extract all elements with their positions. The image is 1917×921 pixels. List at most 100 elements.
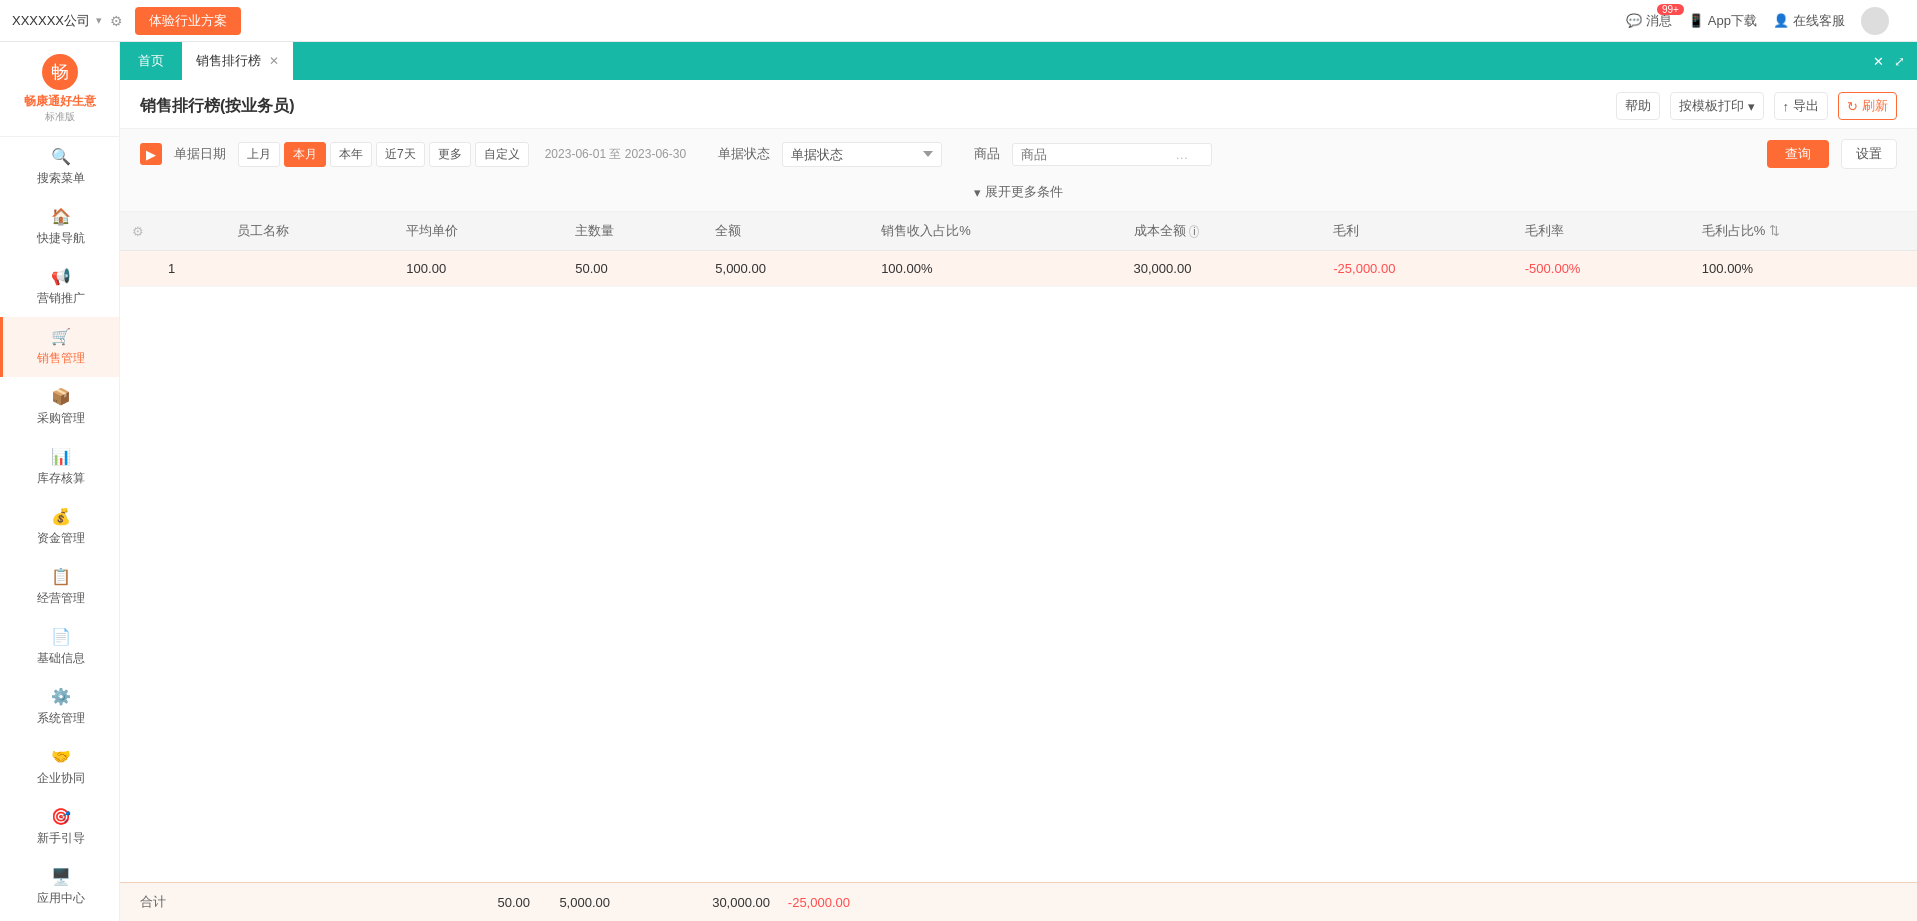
date-range-text: 2023-06-01 至 2023-06-30 xyxy=(545,146,686,163)
table-header-row: ⚙ 员工名称 平均单价 主数量 全额 销售收入占比% 成本全额 i 毛利 毛利率… xyxy=(120,212,1917,251)
query-button[interactable]: 查询 xyxy=(1767,140,1829,168)
table-footer: 合计 50.00 5,000.00 30,000.00 -25,000.00 xyxy=(120,882,1917,921)
sidebar-item-label: 企业协同 xyxy=(37,770,85,787)
guide-icon: 🎯 xyxy=(51,807,71,826)
print-button[interactable]: 按模板打印 ▾ xyxy=(1670,92,1764,120)
corp-icon: 🤝 xyxy=(51,747,71,766)
marketing-icon: 📢 xyxy=(51,267,71,286)
filter-toggle-icon[interactable]: ▶ xyxy=(140,143,162,165)
sidebar-item-wechat[interactable]: 💬 企业微信 xyxy=(0,917,119,921)
expand-icon: ▾ xyxy=(974,185,981,200)
footer-qty: 50.00 xyxy=(462,895,542,910)
data-table: ⚙ 员工名称 平均单价 主数量 全额 销售收入占比% 成本全额 i 毛利 毛利率… xyxy=(120,212,1917,287)
sidebar-item-search[interactable]: 🔍 搜索菜单 xyxy=(0,137,119,197)
sidebar-logo: 畅 畅康通好生意 标准版 xyxy=(0,42,119,137)
tab-sales-ranking[interactable]: 销售排行榜 ✕ xyxy=(182,42,293,80)
row-cost: 30,000.00 xyxy=(1122,251,1322,287)
date-buttons: 上月 本月 本年 近7天 更多 自定义 xyxy=(238,142,529,167)
settings-filter-button[interactable]: 设置 xyxy=(1841,139,1897,169)
sidebar-item-system[interactable]: ⚙️ 系统管理 xyxy=(0,677,119,737)
help-button[interactable]: 帮助 xyxy=(1616,92,1660,120)
footer-profit: -25,000.00 xyxy=(782,895,862,910)
company-selector[interactable]: XXXXXX公司 ▾ xyxy=(12,12,102,30)
sidebar-item-operation[interactable]: 📋 经营管理 xyxy=(0,557,119,617)
window-expand-icon[interactable]: ⤢ xyxy=(1894,54,1905,69)
top-gear-icon[interactable]: ⚙ xyxy=(110,13,123,29)
sidebar-item-shortcut[interactable]: 🏠 快捷导航 xyxy=(0,197,119,257)
top-bar-right: 💬 消息 99+ 📱 App下载 👤 在线客服 xyxy=(1626,7,1905,35)
sidebar-item-label: 新手引导 xyxy=(37,830,85,847)
sidebar-item-label: 基础信息 xyxy=(37,650,85,667)
row-settings xyxy=(120,251,156,287)
appstore-icon: 🖥️ xyxy=(51,867,71,886)
message-badge: 99+ xyxy=(1657,4,1684,15)
sidebar-item-label: 资金管理 xyxy=(37,530,85,547)
goods-input[interactable] xyxy=(1021,147,1171,162)
date-btn-this-month[interactable]: 本月 xyxy=(284,142,326,167)
app-download-label: App下载 xyxy=(1708,12,1757,30)
search-icon: 🔍 xyxy=(51,147,71,166)
sidebar-item-inventory[interactable]: 📊 库存核算 xyxy=(0,437,119,497)
row-sales-pct: 100.00% xyxy=(869,251,1121,287)
filter-row-1: ▶ 单据日期 上月 本月 本年 近7天 更多 自定义 2023-06-01 至 … xyxy=(140,139,1897,169)
date-btn-custom[interactable]: 自定义 xyxy=(475,142,529,167)
avatar[interactable] xyxy=(1861,7,1889,35)
status-label: 单据状态 xyxy=(718,145,770,163)
table-col-avg-price: 平均单价 xyxy=(394,212,563,251)
footer-amount: 5,000.00 xyxy=(542,895,622,910)
table-col-amount: 全额 xyxy=(703,212,869,251)
sidebar-item-finance[interactable]: 💰 资金管理 xyxy=(0,497,119,557)
trial-button[interactable]: 体验行业方案 xyxy=(135,7,241,35)
row-avg-price: 100.00 xyxy=(394,251,563,287)
sales-icon: 🛒 xyxy=(51,327,71,346)
export-label: 导出 xyxy=(1793,97,1819,115)
message-button[interactable]: 💬 消息 99+ xyxy=(1626,12,1672,30)
sidebar-item-purchase[interactable]: 📦 采购管理 xyxy=(0,377,119,437)
sidebar-item-guide[interactable]: 🎯 新手引导 xyxy=(0,797,119,857)
operation-icon: 📋 xyxy=(51,567,71,586)
sidebar-item-appstore[interactable]: 🖥️ 应用中心 xyxy=(0,857,119,917)
window-close-icon[interactable]: ✕ xyxy=(1873,54,1884,69)
header-actions: 帮助 按模板打印 ▾ ↑ 导出 ↻ 刷新 xyxy=(1616,92,1898,120)
footer-cost: 30,000.00 xyxy=(702,895,782,910)
message-icon: 💬 xyxy=(1626,13,1642,28)
expand-more-button[interactable]: ▾ 展开更多条件 xyxy=(974,183,1063,201)
sidebar-item-corp[interactable]: 🤝 企业协同 xyxy=(0,737,119,797)
table-wrap: ⚙ 员工名称 平均单价 主数量 全额 销售收入占比% 成本全额 i 毛利 毛利率… xyxy=(120,212,1917,882)
refresh-button[interactable]: ↻ 刷新 xyxy=(1838,92,1897,120)
system-icon: ⚙️ xyxy=(51,687,71,706)
logo-sub: 标准版 xyxy=(45,110,75,124)
sidebar-item-sales[interactable]: 🛒 销售管理 xyxy=(0,317,119,377)
home-icon: 🏠 xyxy=(51,207,71,226)
main-layout: 畅 畅康通好生意 标准版 🔍 搜索菜单 🏠 快捷导航 📢 营销推广 🛒 销售管理… xyxy=(0,42,1917,921)
sidebar-item-marketing[interactable]: 📢 营销推广 xyxy=(0,257,119,317)
content-area: 首页 销售排行榜 ✕ ✕ ⤢ 销售排行榜(按业务员) 帮助 按模板打印 ▾ xyxy=(120,42,1917,921)
export-button[interactable]: ↑ 导出 xyxy=(1774,92,1829,120)
company-name: XXXXXX公司 xyxy=(12,12,90,30)
row-rank: 1 xyxy=(156,251,225,287)
tab-close-icon[interactable]: ✕ xyxy=(269,54,279,68)
date-btn-last-month[interactable]: 上月 xyxy=(238,142,280,167)
date-btn-7days[interactable]: 近7天 xyxy=(376,142,425,167)
top-bar: XXXXXX公司 ▾ ⚙ 体验行业方案 💬 消息 99+ 📱 App下载 👤 在… xyxy=(0,0,1917,42)
sidebar-item-basic[interactable]: 📄 基础信息 xyxy=(0,617,119,677)
sidebar-item-label: 系统管理 xyxy=(37,710,85,727)
purchase-icon: 📦 xyxy=(51,387,71,406)
table-col-qty: 主数量 xyxy=(563,212,703,251)
table-col-profit-pct: 毛利占比% ⇅ xyxy=(1690,212,1917,251)
online-service-link[interactable]: 👤 在线客服 xyxy=(1773,12,1845,30)
refresh-label: 刷新 xyxy=(1862,97,1888,115)
print-chevron-icon: ▾ xyxy=(1748,99,1755,114)
date-btn-more[interactable]: 更多 xyxy=(429,142,471,167)
table-col-profit: 毛利 xyxy=(1321,212,1513,251)
sidebar-item-label: 应用中心 xyxy=(37,890,85,907)
finance-icon: 💰 xyxy=(51,507,71,526)
date-btn-this-year[interactable]: 本年 xyxy=(330,142,372,167)
table-col-cost: 成本全额 i xyxy=(1122,212,1322,251)
basic-icon: 📄 xyxy=(51,627,71,646)
table-col-settings[interactable]: ⚙ xyxy=(120,212,156,251)
tab-home[interactable]: 首页 xyxy=(120,42,182,80)
status-select[interactable]: 单据状态 xyxy=(782,142,942,167)
app-download-link[interactable]: 📱 App下载 xyxy=(1688,12,1757,30)
row-qty: 50.00 xyxy=(563,251,703,287)
